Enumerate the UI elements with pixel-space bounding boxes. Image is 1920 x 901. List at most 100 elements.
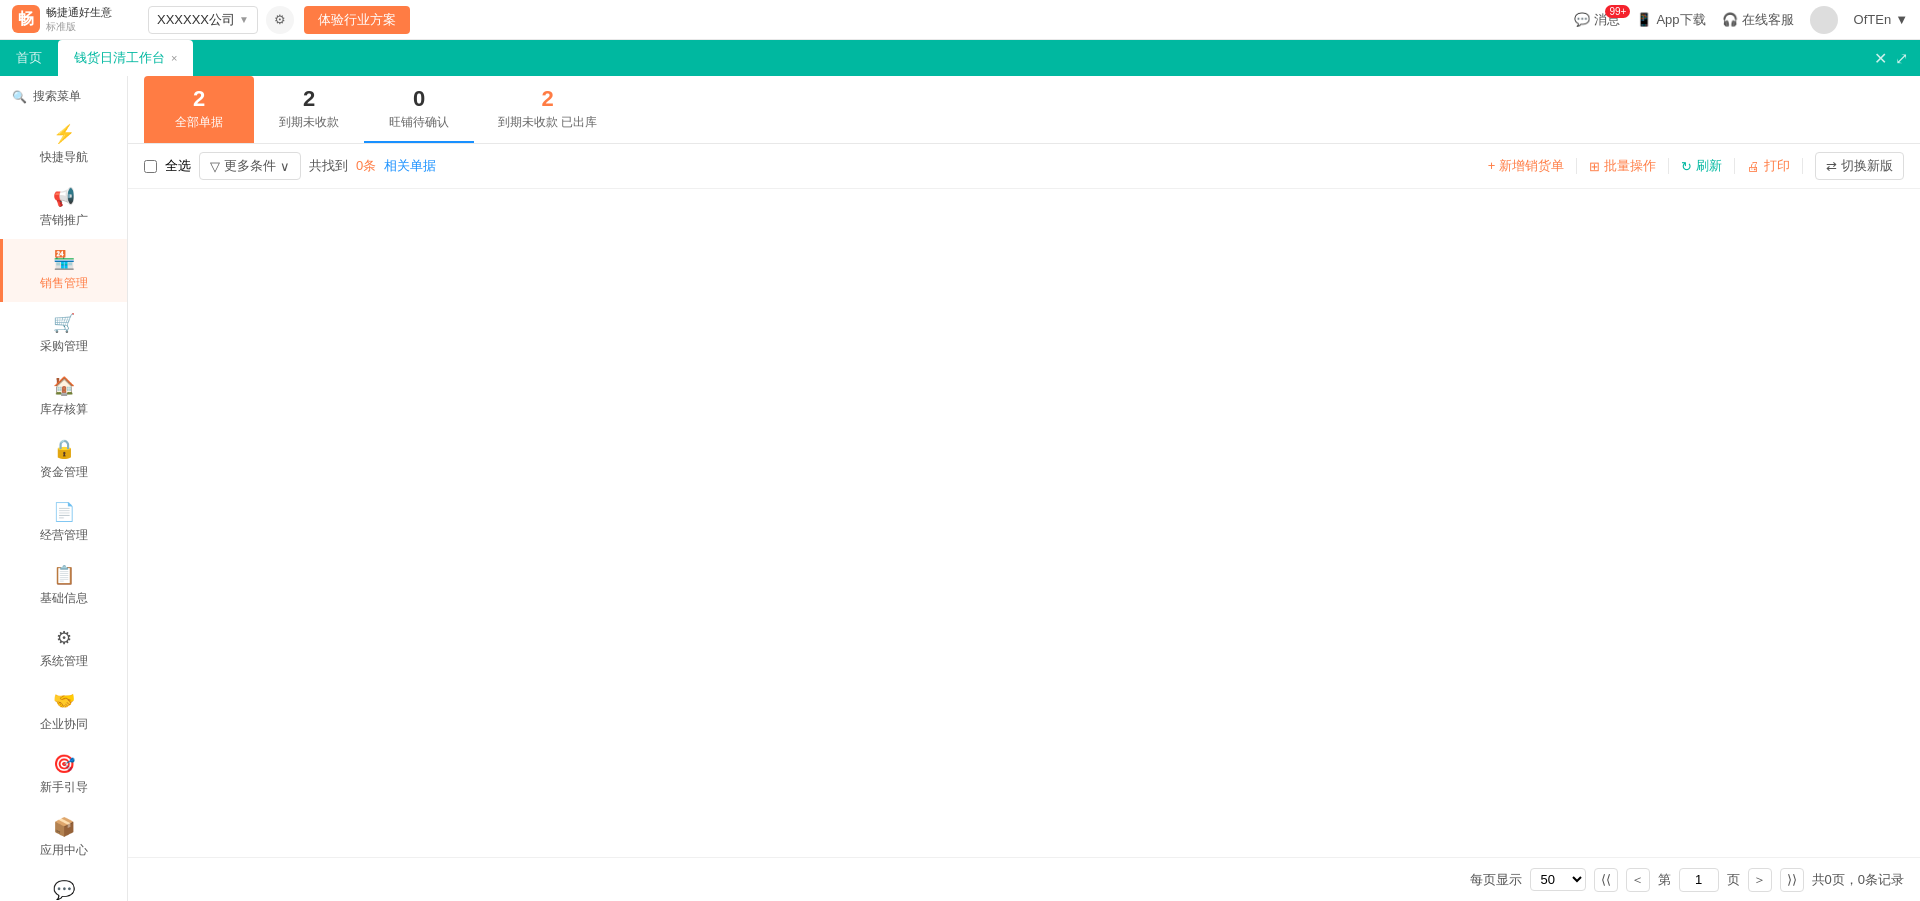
sidebar-item-guide[interactable]: 🎯 新手引导 <box>0 743 127 806</box>
sidebar-item-basic-info-label: 基础信息 <box>40 590 88 607</box>
purchase-icon: 🛒 <box>53 312 75 334</box>
refresh-icon: ↻ <box>1681 159 1692 174</box>
sidebar-item-sales[interactable]: 🏪 销售管理 <box>0 239 127 302</box>
filter-icon: ▽ <box>210 159 220 174</box>
top-bar-right: 💬 消息 99+ 📱 App下载 🎧 在线客服 OfTEn ▼ <box>1574 6 1908 34</box>
guide-icon: 🎯 <box>53 753 75 775</box>
found-count: 0条 <box>356 157 376 175</box>
app-center-icon: 📦 <box>53 816 75 838</box>
sidebar-item-basic-info[interactable]: 📋 基础信息 <box>0 554 127 617</box>
wechat-icon: 💬 <box>53 879 75 901</box>
stat-tab-pending[interactable]: 0 旺铺待确认 <box>364 76 474 143</box>
search-icon: 🔍 <box>12 90 27 104</box>
online-service-button[interactable]: 🎧 在线客服 <box>1722 11 1794 29</box>
sidebar-item-inventory[interactable]: 🏠 库存核算 <box>0 365 127 428</box>
total-label: 共0页，0条记录 <box>1812 871 1904 889</box>
related-link[interactable]: 相关单据 <box>384 157 436 175</box>
cooperation-icon: 🤝 <box>53 690 75 712</box>
company-selector[interactable]: XXXXXX公司 ▼ <box>148 6 258 34</box>
refresh-label: 刷新 <box>1696 157 1722 175</box>
finance-icon: 🔒 <box>53 438 75 460</box>
online-service-label: 在线客服 <box>1742 11 1794 29</box>
stat-label-all: 全部单据 <box>175 114 223 131</box>
tab-current[interactable]: 钱货日清工作台 × <box>58 40 193 76</box>
new-sales-order-button[interactable]: + 新增销货单 <box>1488 157 1564 175</box>
sidebar-item-sales-label: 销售管理 <box>40 275 88 292</box>
logo-text: 畅捷通好生意 <box>46 5 112 19</box>
refresh-button[interactable]: ↻ 刷新 <box>1681 157 1722 175</box>
sidebar-item-cooperation[interactable]: 🤝 企业协同 <box>0 680 127 743</box>
filter-arrow: ∨ <box>280 159 290 174</box>
sidebar-item-purchase-label: 采购管理 <box>40 338 88 355</box>
maximize-button[interactable]: ⤢ <box>1895 49 1908 68</box>
sidebar-item-guide-label: 新手引导 <box>40 779 88 796</box>
divider-4 <box>1802 158 1803 174</box>
first-page-button[interactable]: ⟨⟨ <box>1594 868 1618 892</box>
select-all-checkbox[interactable] <box>144 160 157 173</box>
batch-operation-button[interactable]: ⊞ 批量操作 <box>1589 157 1656 175</box>
page-number-input[interactable] <box>1679 868 1719 892</box>
sidebar-search-label: 搜索菜单 <box>33 88 81 105</box>
settings-button[interactable]: ⚙ <box>266 6 294 34</box>
sidebar-search[interactable]: 🔍 搜索菜单 <box>0 80 127 113</box>
switch-new-version-button[interactable]: ⇄ 切换新版 <box>1815 152 1904 180</box>
company-dropdown-arrow: ▼ <box>239 14 249 25</box>
username-button[interactable]: OfTEn ▼ <box>1854 12 1908 27</box>
stats-tabs: 2 全部单据 2 到期未收款 0 旺铺待确认 2 到期未收款 已出库 <box>128 76 1920 144</box>
stat-num-pending: 0 <box>413 86 425 112</box>
last-page-button[interactable]: ⟩⟩ <box>1780 868 1804 892</box>
per-page-select[interactable]: 10 20 50 100 <box>1530 868 1586 891</box>
online-service-icon: 🎧 <box>1722 12 1738 27</box>
sidebar-item-system[interactable]: ⚙ 系统管理 <box>0 617 127 680</box>
stat-num-all: 2 <box>193 86 205 112</box>
stat-tab-overdue[interactable]: 2 到期未收款 <box>254 76 364 143</box>
stat-label-pending: 旺铺待确认 <box>389 114 449 131</box>
main-layout: 🔍 搜索菜单 ⚡ 快捷导航 📢 营销推广 🏪 销售管理 🛒 采购管理 🏠 库存核… <box>0 76 1920 901</box>
prev-page-button[interactable]: ＜ <box>1626 868 1650 892</box>
sidebar-item-purchase[interactable]: 🛒 采购管理 <box>0 302 127 365</box>
quick-nav-icon: ⚡ <box>53 123 75 145</box>
toolbar: 全选 ▽ 更多条件 ∨ 共找到 0条 相关单据 + 新增销货单 ⊞ 批量操作 ↻… <box>128 144 1920 189</box>
message-button[interactable]: 💬 消息 99+ <box>1574 11 1620 29</box>
print-button[interactable]: 🖨 打印 <box>1747 157 1790 175</box>
username-text: OfTEn <box>1854 12 1892 27</box>
print-icon: 🖨 <box>1747 159 1760 174</box>
logo-sub: 标准版 <box>46 20 112 34</box>
sidebar-item-system-label: 系统管理 <box>40 653 88 670</box>
sidebar-item-quick-nav[interactable]: ⚡ 快捷导航 <box>0 113 127 176</box>
page-suffix: 页 <box>1727 871 1740 889</box>
divider-1 <box>1576 158 1577 174</box>
app-download-button[interactable]: 📱 App下载 <box>1636 11 1705 29</box>
trial-button[interactable]: 体验行业方案 <box>304 6 410 34</box>
tab-current-label: 钱货日清工作台 <box>74 49 165 67</box>
marketing-icon: 📢 <box>53 186 75 208</box>
avatar[interactable] <box>1810 6 1838 34</box>
tab-home[interactable]: 首页 <box>0 40 58 76</box>
sidebar-item-wechat[interactable]: 💬 企业微信 <box>0 869 127 901</box>
sidebar-item-cooperation-label: 企业协同 <box>40 716 88 733</box>
divider-3 <box>1734 158 1735 174</box>
table-area <box>128 189 1920 857</box>
next-page-button[interactable]: ＞ <box>1748 868 1772 892</box>
sidebar-item-app-center[interactable]: 📦 应用中心 <box>0 806 127 869</box>
tab-home-label: 首页 <box>16 49 42 67</box>
stat-tab-overdue-out[interactable]: 2 到期未收款 已出库 <box>474 76 621 143</box>
sidebar-item-marketing[interactable]: 📢 营销推广 <box>0 176 127 239</box>
system-icon: ⚙ <box>56 627 72 649</box>
sidebar-item-finance[interactable]: 🔒 资金管理 <box>0 428 127 491</box>
batch-label: 批量操作 <box>1604 157 1656 175</box>
stat-num-overdue-out: 2 <box>542 86 554 112</box>
stat-label-overdue-out: 到期未收款 已出库 <box>498 114 597 131</box>
stat-tab-all[interactable]: 2 全部单据 <box>144 76 254 143</box>
divider-2 <box>1668 158 1669 174</box>
sidebar-item-quick-nav-label: 快捷导航 <box>40 149 88 166</box>
sidebar: 🔍 搜索菜单 ⚡ 快捷导航 📢 营销推广 🏪 销售管理 🛒 采购管理 🏠 库存核… <box>0 76 128 901</box>
sidebar-item-operations[interactable]: 📄 经营管理 <box>0 491 127 554</box>
tab-close-icon[interactable]: × <box>171 52 177 64</box>
sidebar-item-operations-label: 经营管理 <box>40 527 88 544</box>
username-arrow: ▼ <box>1895 12 1908 27</box>
minimize-button[interactable]: ✕ <box>1874 49 1887 68</box>
batch-icon: ⊞ <box>1589 159 1600 174</box>
filter-label: 更多条件 <box>224 157 276 175</box>
filter-button[interactable]: ▽ 更多条件 ∨ <box>199 152 301 180</box>
